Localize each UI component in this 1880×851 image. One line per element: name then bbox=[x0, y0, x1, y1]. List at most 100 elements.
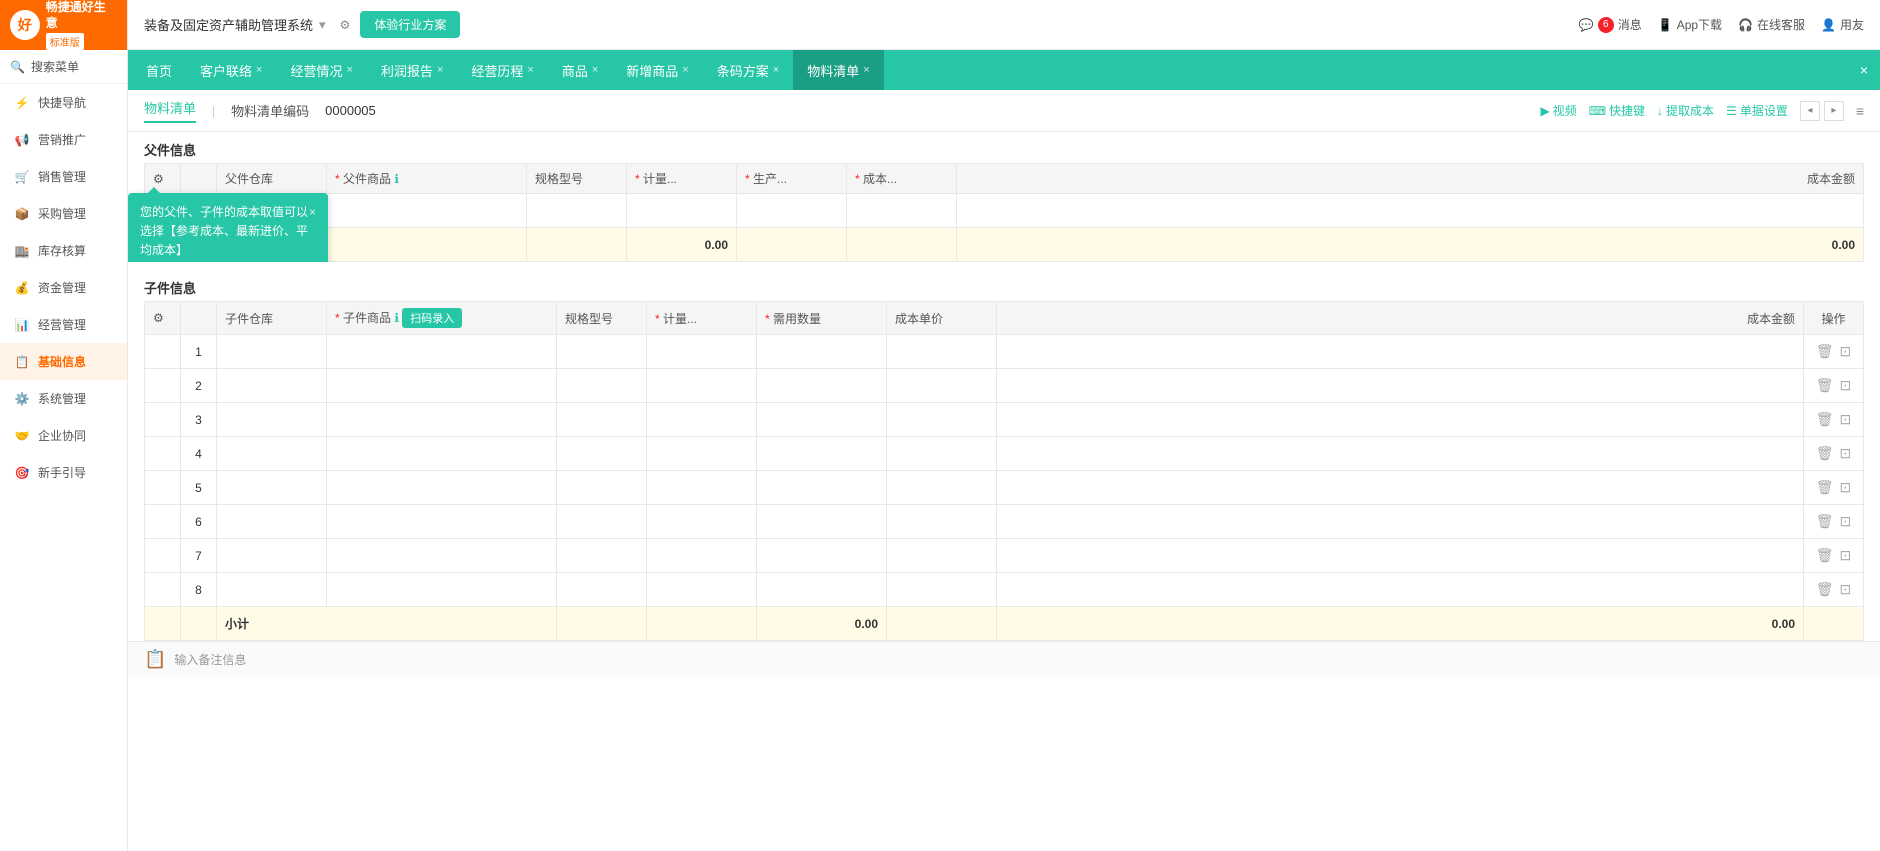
child-row-2-unit-cost[interactable] bbox=[887, 369, 997, 403]
parent-row-1-unit[interactable] bbox=[627, 194, 737, 228]
sidebar-item-purchase[interactable]: 📦 采购管理 bbox=[0, 195, 127, 232]
child-row-6-unit[interactable] bbox=[647, 505, 757, 539]
child-row-8-warehouse[interactable] bbox=[217, 573, 327, 607]
child-row-3-warehouse[interactable] bbox=[217, 403, 327, 437]
child-row-3-unit[interactable] bbox=[647, 403, 757, 437]
parent-row-1-spec[interactable] bbox=[527, 194, 627, 228]
child-row-1-unit[interactable] bbox=[647, 335, 757, 369]
child-col-settings[interactable]: ⚙ bbox=[145, 302, 181, 335]
child-row-5-goods[interactable] bbox=[327, 471, 557, 505]
nav-prev-btn[interactable]: ◂ bbox=[1800, 101, 1820, 121]
child-row-1-warehouse[interactable] bbox=[217, 335, 327, 369]
child-row-3-spec[interactable] bbox=[557, 403, 647, 437]
child-row-5-warehouse[interactable] bbox=[217, 471, 327, 505]
child-row-3-goods[interactable] bbox=[327, 403, 557, 437]
sidebar-item-enterprise[interactable]: 🤝 企业协同 bbox=[0, 417, 127, 454]
tab-bom-close[interactable]: × bbox=[863, 64, 869, 76]
child-row-4-warehouse[interactable] bbox=[217, 437, 327, 471]
list-view-icon[interactable]: ≡ bbox=[1856, 103, 1864, 119]
copy-icon-2[interactable]: ⊡ bbox=[1840, 377, 1852, 394]
child-row-7-qty[interactable] bbox=[757, 539, 887, 573]
tab-history-close[interactable]: × bbox=[527, 64, 533, 76]
tab-profit-close[interactable]: × bbox=[437, 64, 443, 76]
tab-customers-close[interactable]: × bbox=[256, 64, 262, 76]
child-row-6-warehouse[interactable] bbox=[217, 505, 327, 539]
online-service-item[interactable]: 🎧 在线客服 bbox=[1738, 16, 1805, 33]
child-row-5-unit[interactable] bbox=[647, 471, 757, 505]
child-row-1-qty[interactable] bbox=[757, 335, 887, 369]
copy-icon-7[interactable]: ⊡ bbox=[1840, 547, 1852, 564]
child-row-8-spec[interactable] bbox=[557, 573, 647, 607]
copy-icon-3[interactable]: ⊡ bbox=[1840, 411, 1852, 428]
app-download-item[interactable]: 📱 App下载 bbox=[1658, 16, 1722, 33]
copy-icon-8[interactable]: ⊡ bbox=[1840, 581, 1852, 598]
sidebar-item-inventory[interactable]: 🏬 库存核算 bbox=[0, 232, 127, 269]
single-settings-btn[interactable]: ☰ 单据设置 bbox=[1726, 102, 1788, 119]
child-row-1-spec[interactable] bbox=[557, 335, 647, 369]
child-row-7-unit[interactable] bbox=[647, 539, 757, 573]
tab-home[interactable]: 首页 bbox=[132, 50, 186, 90]
tab-operation-status-close[interactable]: × bbox=[346, 64, 352, 76]
extract-cost-btn[interactable]: ↓ 提取成本 bbox=[1657, 102, 1714, 119]
sidebar-item-finance[interactable]: 💰 资金管理 bbox=[0, 269, 127, 306]
parent-row-1-goods[interactable] bbox=[327, 194, 527, 228]
child-row-5-unit-cost[interactable] bbox=[887, 471, 997, 505]
gear-icon[interactable]: ⚙ bbox=[340, 18, 351, 32]
copy-icon-4[interactable]: ⊡ bbox=[1840, 445, 1852, 462]
child-row-4-spec[interactable] bbox=[557, 437, 647, 471]
delete-icon-4[interactable]: 🗑 bbox=[1816, 445, 1834, 462]
child-row-4-qty[interactable] bbox=[757, 437, 887, 471]
sidebar-item-system[interactable]: ⚙️ 系统管理 bbox=[0, 380, 127, 417]
copy-icon-1[interactable]: ⊡ bbox=[1840, 343, 1852, 360]
child-row-7-spec[interactable] bbox=[557, 539, 647, 573]
child-row-8-unit[interactable] bbox=[647, 573, 757, 607]
child-row-2-unit[interactable] bbox=[647, 369, 757, 403]
child-goods-info-icon[interactable]: ℹ bbox=[394, 311, 399, 325]
child-row-7-unit-cost[interactable] bbox=[887, 539, 997, 573]
video-btn[interactable]: ▶ 视频 bbox=[1540, 102, 1576, 119]
child-row-2-warehouse[interactable] bbox=[217, 369, 327, 403]
tab-history[interactable]: 经营历程 × bbox=[457, 50, 547, 90]
trial-button[interactable]: 体验行业方案 bbox=[360, 11, 460, 38]
child-row-3-qty[interactable] bbox=[757, 403, 887, 437]
parent-row-1-cost[interactable] bbox=[847, 194, 957, 228]
child-row-6-goods[interactable] bbox=[327, 505, 557, 539]
child-row-8-qty[interactable] bbox=[757, 573, 887, 607]
copy-icon-5[interactable]: ⊡ bbox=[1840, 479, 1852, 496]
child-row-2-qty[interactable] bbox=[757, 369, 887, 403]
child-row-4-unit[interactable] bbox=[647, 437, 757, 471]
sidebar-item-operation[interactable]: 📊 经营管理 bbox=[0, 306, 127, 343]
tab-new-goods[interactable]: 新增商品 × bbox=[612, 50, 702, 90]
tab-goods-close[interactable]: × bbox=[592, 64, 598, 76]
child-row-5-qty[interactable] bbox=[757, 471, 887, 505]
tab-customers[interactable]: 客户联络 × bbox=[186, 50, 276, 90]
child-row-3-unit-cost[interactable] bbox=[887, 403, 997, 437]
bottom-text[interactable]: 输入备注信息 bbox=[174, 651, 246, 668]
sidebar-search[interactable]: 🔍 搜索菜单 bbox=[0, 50, 127, 84]
tab-profit[interactable]: 利润报告 × bbox=[367, 50, 457, 90]
child-row-8-goods[interactable] bbox=[327, 573, 557, 607]
delete-icon-3[interactable]: 🗑 bbox=[1816, 411, 1834, 428]
scan-btn[interactable]: 扫码录入 bbox=[402, 308, 462, 328]
child-row-6-unit-cost[interactable] bbox=[887, 505, 997, 539]
message-item[interactable]: 💬 6 消息 bbox=[1579, 16, 1642, 33]
tab-barcode-close[interactable]: × bbox=[773, 64, 779, 76]
delete-icon-1[interactable]: 🗑 bbox=[1816, 343, 1834, 360]
shortcut-btn[interactable]: ⌨ 快捷键 bbox=[1589, 102, 1645, 119]
child-row-4-unit-cost[interactable] bbox=[887, 437, 997, 471]
tooltip-close-btn[interactable]: × bbox=[309, 203, 316, 222]
delete-icon-2[interactable]: 🗑 bbox=[1816, 377, 1834, 394]
sidebar-item-quick-nav[interactable]: ⚡ 快捷导航 bbox=[0, 84, 127, 121]
child-row-1-unit-cost[interactable] bbox=[887, 335, 997, 369]
child-row-7-goods[interactable] bbox=[327, 539, 557, 573]
sidebar-item-basic-info[interactable]: 📋 基础信息 bbox=[0, 343, 127, 380]
nav-next-btn[interactable]: ▸ bbox=[1824, 101, 1844, 121]
tab-new-goods-close[interactable]: × bbox=[682, 64, 688, 76]
goods-info-icon[interactable]: ℹ bbox=[394, 172, 399, 186]
delete-icon-8[interactable]: 🗑 bbox=[1816, 581, 1834, 598]
tab-bom[interactable]: 物料清单 × bbox=[793, 50, 883, 90]
tab-goods[interactable]: 商品 × bbox=[548, 50, 612, 90]
child-row-7-warehouse[interactable] bbox=[217, 539, 327, 573]
sidebar-item-guide[interactable]: 🎯 新手引导 bbox=[0, 454, 127, 491]
delete-icon-7[interactable]: 🗑 bbox=[1816, 547, 1834, 564]
